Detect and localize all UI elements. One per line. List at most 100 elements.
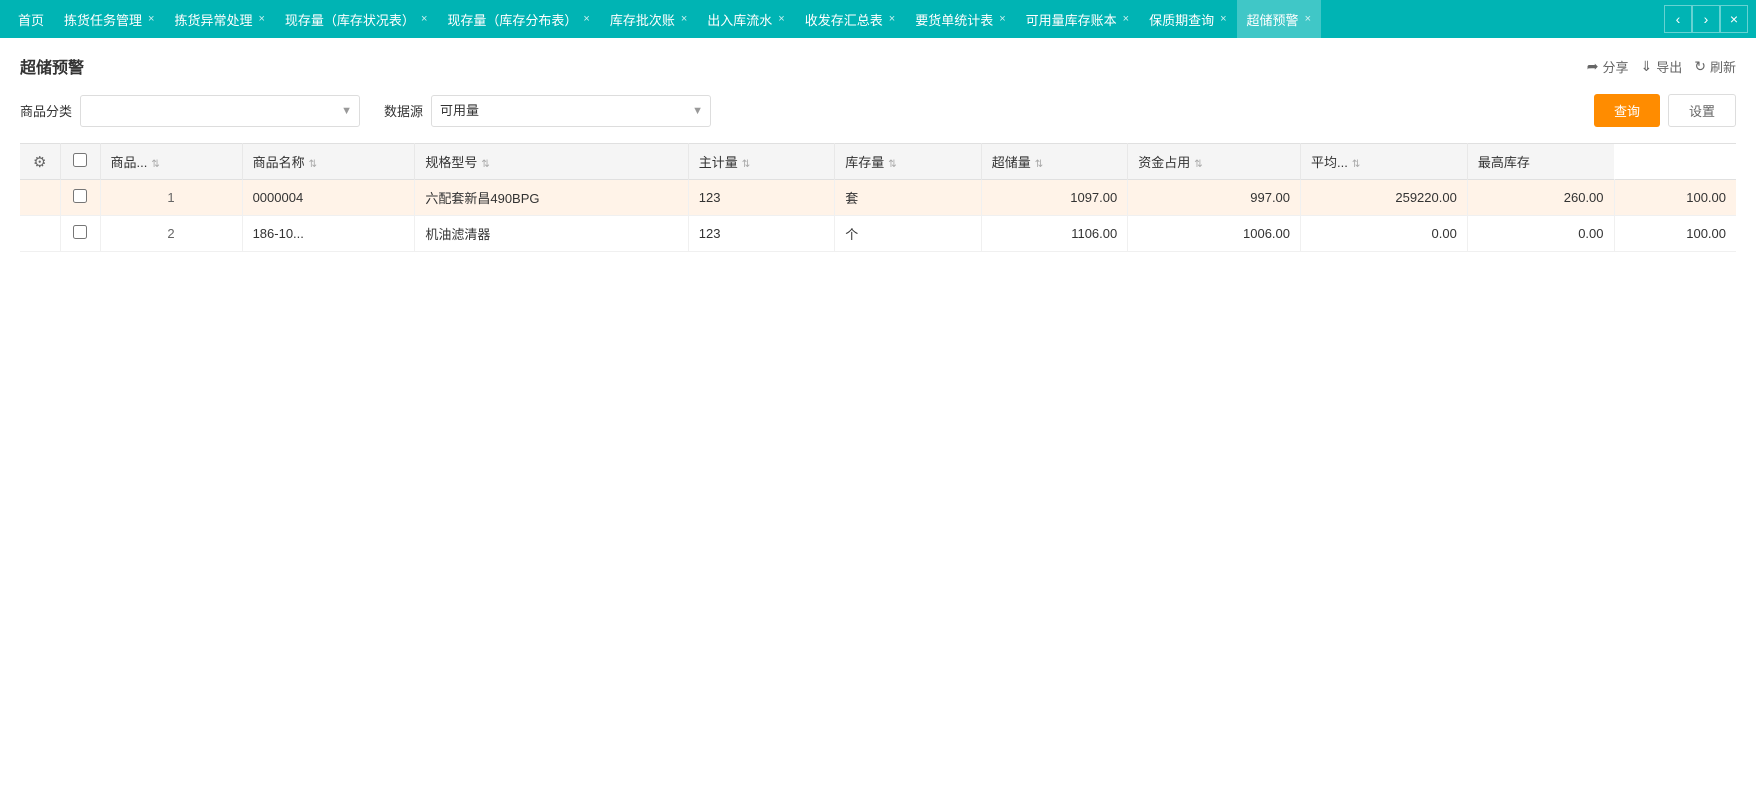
tab-label: 现存量（库存分布表） bbox=[447, 10, 577, 29]
query-button[interactable]: 查询 bbox=[1594, 94, 1660, 127]
col-overstock-header[interactable]: 超储量⇅ bbox=[981, 144, 1127, 180]
sort-icon: ⇅ bbox=[309, 159, 317, 170]
tab-close-icon[interactable]: × bbox=[778, 13, 784, 25]
refresh-label: 刷新 bbox=[1710, 57, 1736, 76]
col-product-name-header[interactable]: 商品名称⇅ bbox=[242, 144, 415, 180]
row-spec-cell: 123 bbox=[688, 180, 834, 216]
nav-home-label: 首页 bbox=[18, 10, 44, 29]
row-index-cell: 1 bbox=[100, 180, 242, 216]
tab-order-stat[interactable]: 要货单统计表 × bbox=[905, 0, 1015, 38]
tab-close-icon[interactable]: × bbox=[1305, 13, 1311, 25]
tab-inventory-dist[interactable]: 现存量（库存分布表） × bbox=[437, 0, 599, 38]
col-inventory-header[interactable]: 库存量⇅ bbox=[835, 144, 981, 180]
sort-icon: ⇅ bbox=[1194, 159, 1202, 170]
top-navigation: 首页 拣货任务管理 × 拣货异常处理 × 现存量（库存状况表） × 现存量（库存… bbox=[0, 0, 1756, 38]
row-product-code-cell: 0000004 bbox=[242, 180, 415, 216]
tab-label: 库存批次账 bbox=[610, 10, 675, 29]
tab-close-icon[interactable]: × bbox=[1123, 13, 1129, 25]
tab-inout-flow[interactable]: 出入库流水 × bbox=[697, 0, 794, 38]
row-index-cell: 2 bbox=[100, 216, 242, 252]
table-body: 1 0000004 六配套新昌490BPG 123 套 1097.00 997.… bbox=[20, 180, 1736, 252]
tab-close-icon[interactable]: × bbox=[889, 13, 895, 25]
datasource-label: 数据源 bbox=[384, 101, 423, 120]
filter-row: 商品分类 ▼ 数据源 可用量 库存量 ▼ 查询 设置 bbox=[20, 94, 1736, 127]
category-label: 商品分类 bbox=[20, 101, 72, 120]
row-overstock-cell: 997.00 bbox=[1128, 180, 1301, 216]
refresh-button[interactable]: ↻ 刷新 bbox=[1694, 57, 1736, 76]
nav-close-all-button[interactable]: × bbox=[1720, 5, 1748, 33]
row-inventory-cell: 1097.00 bbox=[981, 180, 1127, 216]
tab-label: 可用量库存账本 bbox=[1026, 10, 1117, 29]
settings-icon[interactable]: ⚙ bbox=[33, 154, 46, 171]
sort-icon: ⇅ bbox=[481, 159, 489, 170]
row-spec-cell: 123 bbox=[688, 216, 834, 252]
row-settings-cell bbox=[20, 216, 60, 252]
category-select[interactable] bbox=[80, 95, 360, 127]
settings-button[interactable]: 设置 bbox=[1668, 94, 1736, 127]
col-spec-header[interactable]: 规格型号⇅ bbox=[415, 144, 688, 180]
row-product-code-cell: 186-10... bbox=[242, 216, 415, 252]
tab-collect-task[interactable]: 拣货任务管理 × bbox=[54, 0, 164, 38]
nav-prev-button[interactable]: ‹ bbox=[1664, 5, 1692, 33]
tab-batch-account[interactable]: 库存批次账 × bbox=[600, 0, 697, 38]
row-settings-cell bbox=[20, 180, 60, 216]
col-unit-header[interactable]: 主计量⇅ bbox=[688, 144, 834, 180]
row-check-cell bbox=[60, 180, 100, 216]
tab-close-icon[interactable]: × bbox=[258, 13, 264, 25]
col-maxstock-header[interactable]: 最高库存 bbox=[1467, 144, 1614, 180]
nav-home[interactable]: 首页 bbox=[8, 0, 54, 38]
tab-collect-abnormal[interactable]: 拣货异常处理 × bbox=[164, 0, 274, 38]
tab-close-icon[interactable]: × bbox=[583, 13, 589, 25]
nav-next-button[interactable]: › bbox=[1692, 5, 1720, 33]
tab-overstock[interactable]: 超储预警 × bbox=[1237, 0, 1321, 38]
tab-inventory-status[interactable]: 现存量（库存状况表） × bbox=[275, 0, 437, 38]
tab-close-icon[interactable]: × bbox=[681, 13, 687, 25]
row-inventory-cell: 1106.00 bbox=[981, 216, 1127, 252]
tab-close-icon[interactable]: × bbox=[1220, 13, 1226, 25]
export-icon: ⇓ bbox=[1641, 58, 1653, 75]
tab-collect-summary[interactable]: 收发存汇总表 × bbox=[795, 0, 905, 38]
datasource-select[interactable]: 可用量 库存量 bbox=[431, 95, 711, 127]
tab-label: 要货单统计表 bbox=[915, 10, 993, 29]
table-row: 2 186-10... 机油滤清器 123 个 1106.00 1006.00 … bbox=[20, 216, 1736, 252]
category-select-wrap: ▼ bbox=[80, 95, 360, 127]
category-filter: 商品分类 ▼ bbox=[20, 95, 360, 127]
tab-label: 拣货异常处理 bbox=[174, 10, 252, 29]
tab-shelf-life[interactable]: 保质期查询 × bbox=[1139, 0, 1236, 38]
row-unit-cell: 个 bbox=[835, 216, 981, 252]
tab-close-icon[interactable]: × bbox=[999, 13, 1005, 25]
share-label: 分享 bbox=[1602, 57, 1628, 76]
select-all-checkbox[interactable] bbox=[73, 153, 87, 167]
title-actions: ➦ 分享 ⇓ 导出 ↻ 刷新 bbox=[1587, 57, 1736, 76]
row-overstock-cell: 1006.00 bbox=[1128, 216, 1301, 252]
col-avg-header[interactable]: 平均...⇅ bbox=[1301, 144, 1468, 180]
tab-close-icon[interactable]: × bbox=[148, 13, 154, 25]
tab-available-account[interactable]: 可用量库存账本 × bbox=[1016, 0, 1139, 38]
sort-icon: ⇅ bbox=[888, 159, 896, 170]
row-unit-cell: 套 bbox=[835, 180, 981, 216]
export-button[interactable]: ⇓ 导出 bbox=[1641, 57, 1683, 76]
tab-close-icon[interactable]: × bbox=[421, 13, 427, 25]
sort-icon: ⇅ bbox=[1352, 159, 1360, 170]
export-label: 导出 bbox=[1656, 57, 1682, 76]
col-settings-header: ⚙ bbox=[20, 144, 60, 180]
row-capital-cell: 0.00 bbox=[1301, 216, 1468, 252]
share-button[interactable]: ➦ 分享 bbox=[1587, 57, 1629, 76]
refresh-icon: ↻ bbox=[1694, 58, 1706, 75]
nav-arrow-group: ‹ › × bbox=[1664, 5, 1748, 33]
sort-icon: ⇅ bbox=[742, 159, 750, 170]
page-title: 超储预警 bbox=[20, 54, 84, 78]
page-content: 超储预警 ➦ 分享 ⇓ 导出 ↻ 刷新 商品分类 ▼ bbox=[0, 38, 1756, 268]
page-title-row: 超储预警 ➦ 分享 ⇓ 导出 ↻ 刷新 bbox=[20, 54, 1736, 78]
row-product-name-cell: 机油滤清器 bbox=[415, 216, 688, 252]
row-avg-cell: 0.00 bbox=[1467, 216, 1614, 252]
col-capital-header[interactable]: 资金占用⇅ bbox=[1128, 144, 1301, 180]
datasource-select-wrap: 可用量 库存量 ▼ bbox=[431, 95, 711, 127]
row-checkbox[interactable] bbox=[73, 189, 87, 203]
data-table: ⚙ 商品...⇅ 商品名称⇅ 规格型号⇅ 主计量⇅ 库存量⇅ bbox=[20, 143, 1736, 252]
row-checkbox[interactable] bbox=[73, 225, 87, 239]
share-icon: ➦ bbox=[1587, 58, 1599, 75]
tab-label: 保质期查询 bbox=[1149, 10, 1214, 29]
sort-icon: ⇅ bbox=[1035, 159, 1043, 170]
col-product-code-header[interactable]: 商品...⇅ bbox=[100, 144, 242, 180]
